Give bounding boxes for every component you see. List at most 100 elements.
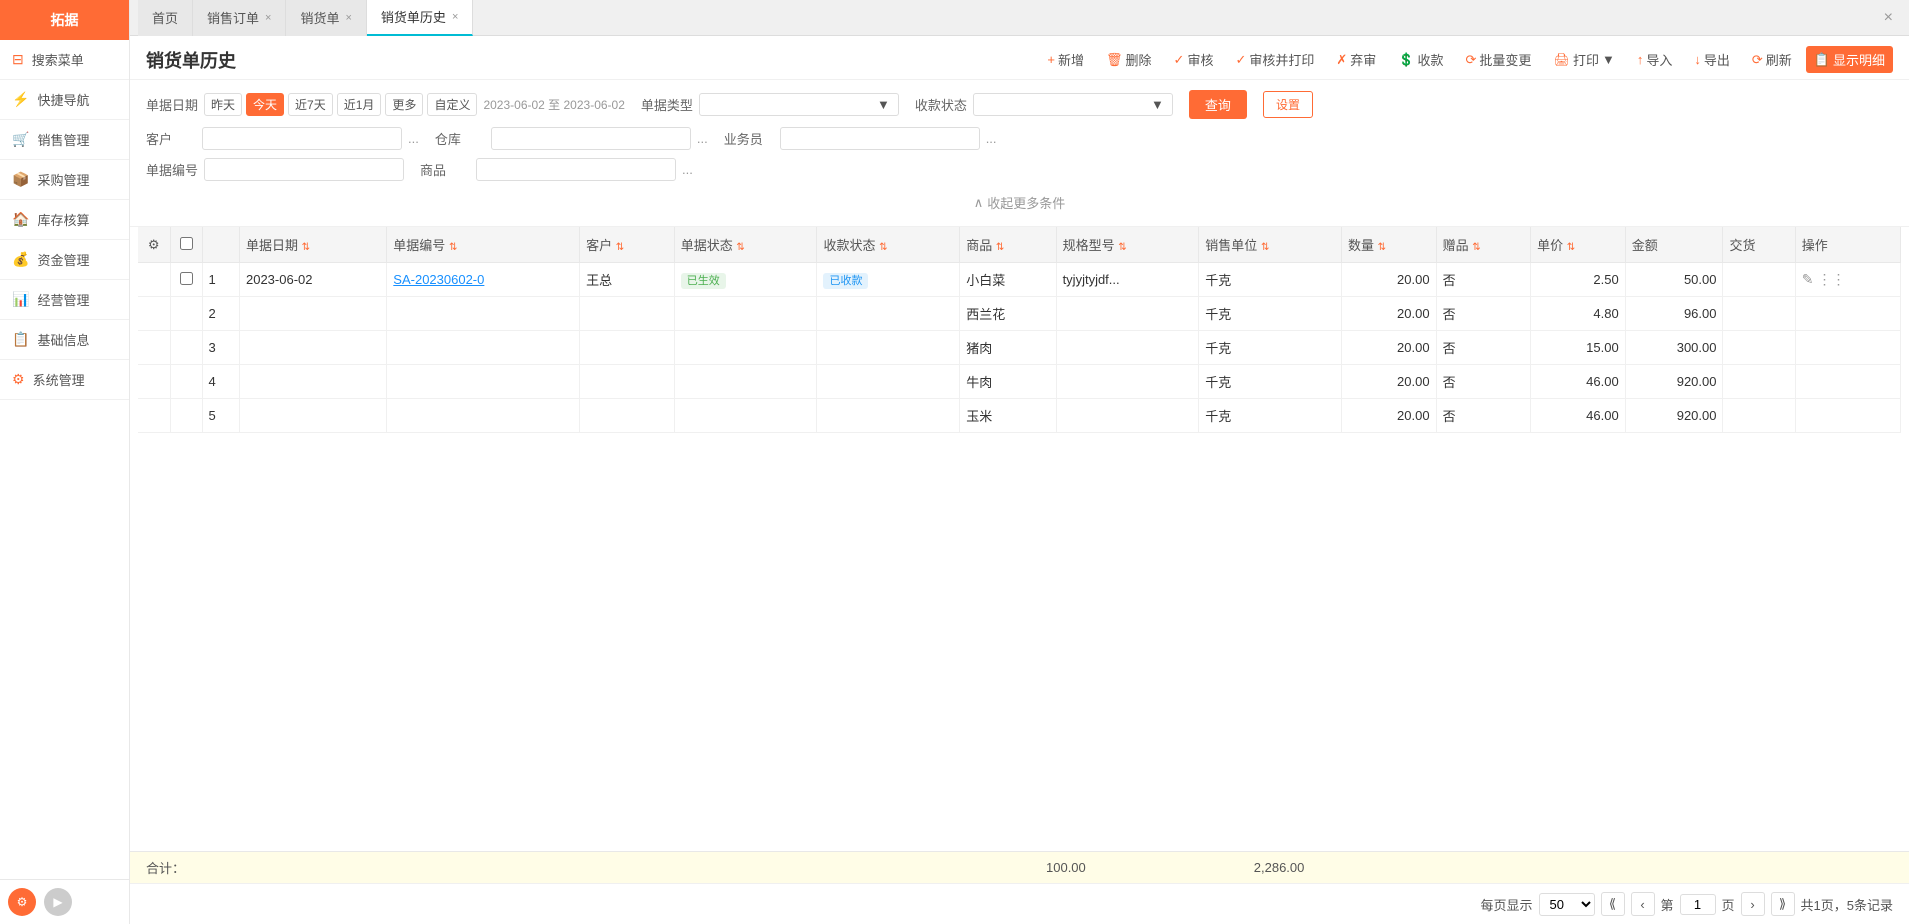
sidebar-item-operations[interactable]: 📊 经营管理: [0, 280, 129, 320]
salesman-dots[interactable]: ...: [986, 131, 997, 146]
doc-no-link[interactable]: SA-20230602-0: [393, 272, 484, 287]
page-next-button[interactable]: ›: [1741, 892, 1765, 916]
warehouse-label: 仓库: [435, 129, 485, 148]
page-prev-button[interactable]: ‹: [1631, 892, 1655, 916]
sidebar-item-purchase-mgmt[interactable]: 📦 采购管理: [0, 160, 129, 200]
date-btn-custom[interactable]: 自定义: [427, 93, 477, 116]
sidebar-item-base-info[interactable]: 📋 基础信息: [0, 320, 129, 360]
page-last-button[interactable]: ⟫: [1771, 892, 1795, 916]
date-btn-more[interactable]: 更多: [385, 93, 423, 116]
warehouse-input[interactable]: [491, 127, 691, 150]
audit-print-button[interactable]: ✓ 审核并打印: [1227, 46, 1322, 73]
th-actions-label: 操作: [1802, 238, 1828, 253]
th-checkbox[interactable]: [170, 227, 202, 263]
more-action-icon[interactable]: ⋮⋮: [1818, 271, 1846, 288]
page-input[interactable]: [1680, 894, 1716, 915]
docno-input[interactable]: [204, 158, 404, 181]
cell-goods: 玉米: [960, 399, 1056, 433]
sort-doc-status-icon: ⇅: [736, 242, 744, 253]
th-unit[interactable]: 销售单位 ⇅: [1199, 227, 1342, 263]
payment-select[interactable]: ▼: [973, 93, 1173, 116]
cell-doc-no[interactable]: [387, 297, 580, 331]
cell-customer: [580, 365, 675, 399]
show-detail-button[interactable]: 📋 显示明细: [1806, 46, 1893, 73]
sidebar-item-search-menu[interactable]: ⊟ 搜索菜单: [0, 40, 129, 80]
sidebar-bottom-btn2[interactable]: ▶: [44, 888, 72, 916]
sidebar-item-label: 销售管理: [37, 130, 89, 149]
page-size-label: 每页显示: [1480, 895, 1532, 914]
tab-sales-delivery[interactable]: 销货单 ×: [286, 0, 366, 36]
sidebar-item-quick-nav[interactable]: ⚡ 快捷导航: [0, 80, 129, 120]
tab-home[interactable]: 首页: [138, 0, 193, 36]
tab-close-all[interactable]: ×: [1876, 9, 1901, 27]
row-checkbox[interactable]: [180, 272, 193, 285]
customer-input[interactable]: [202, 127, 402, 150]
th-qty[interactable]: 数量 ⇅: [1342, 227, 1437, 263]
query-button[interactable]: 查询: [1189, 90, 1247, 119]
refresh-button[interactable]: ⟳ 刷新: [1744, 46, 1800, 73]
sidebar-item-sales-mgmt[interactable]: 🛒 销售管理: [0, 120, 129, 160]
cell-checkbox[interactable]: [170, 399, 202, 433]
salesman-input[interactable]: [780, 127, 980, 150]
sidebar-item-finance[interactable]: 💰 资金管理: [0, 240, 129, 280]
export-button[interactable]: ↓ 导出: [1686, 46, 1738, 73]
th-gift[interactable]: 赠品 ⇅: [1436, 227, 1531, 263]
th-gear[interactable]: ⚙: [138, 227, 170, 263]
cell-checkbox[interactable]: [170, 365, 202, 399]
cell-doc-no[interactable]: SA-20230602-0: [387, 263, 580, 297]
goods-dots[interactable]: ...: [682, 162, 693, 177]
print-button[interactable]: 🖨 打印 ▼: [1545, 46, 1622, 73]
import-button[interactable]: ↑ 导入: [1629, 46, 1681, 73]
filter-customer-group: 客户 ...: [146, 127, 419, 150]
cell-doc-date: 2023-06-02: [239, 263, 386, 297]
tab-sales-order-close[interactable]: ×: [265, 12, 271, 24]
tab-sales-history[interactable]: 销货单历史 ×: [367, 0, 473, 36]
th-goods[interactable]: 商品 ⇅: [960, 227, 1056, 263]
th-payment-status[interactable]: 收款状态 ⇅: [817, 227, 960, 263]
date-btn-today[interactable]: 今天: [246, 93, 284, 116]
sidebar-item-inventory[interactable]: 🏠 库存核算: [0, 200, 129, 240]
th-gift-label: 赠品: [1443, 238, 1469, 253]
sidebar-item-sys-mgmt[interactable]: ⚙ 系统管理: [0, 360, 129, 400]
cell-checkbox[interactable]: [170, 263, 202, 297]
date-btn-yesterday[interactable]: 昨天: [204, 93, 242, 116]
batch-change-button[interactable]: ⟳ 批量变更: [1458, 46, 1540, 73]
select-all-checkbox[interactable]: [180, 237, 193, 250]
cell-gear: [138, 263, 170, 297]
cell-doc-no[interactable]: [387, 365, 580, 399]
customer-dots[interactable]: ...: [408, 131, 419, 146]
cell-doc-no[interactable]: [387, 399, 580, 433]
edit-action-icon[interactable]: ✎: [1802, 271, 1814, 288]
cell-doc-no[interactable]: [387, 331, 580, 365]
date-btn-1month[interactable]: 近1月: [337, 93, 382, 116]
delete-button[interactable]: 🗑 删除: [1098, 46, 1160, 73]
tab-sales-history-close[interactable]: ×: [452, 11, 458, 23]
doctype-select[interactable]: ▼: [699, 93, 899, 116]
cell-checkbox[interactable]: [170, 331, 202, 365]
cell-checkbox[interactable]: [170, 297, 202, 331]
abandon-button[interactable]: ✗ 弃审: [1328, 46, 1384, 73]
page-first-button[interactable]: ⟪: [1601, 892, 1625, 916]
sidebar-bottom-btn1[interactable]: ⚙: [8, 888, 36, 916]
collapse-button[interactable]: ∧ 收起更多条件: [146, 189, 1893, 216]
audit-button[interactable]: ✓ 审核: [1166, 46, 1222, 73]
th-transaction-label: 交货: [1729, 238, 1755, 253]
cell-gift: 否: [1436, 297, 1531, 331]
collect-button[interactable]: 💲 收款: [1390, 46, 1451, 73]
th-doc-date[interactable]: 单据日期 ⇅: [239, 227, 386, 263]
settings-button[interactable]: 设置: [1263, 91, 1313, 118]
tab-sales-order[interactable]: 销售订单 ×: [193, 0, 286, 36]
page-size-select[interactable]: 50 20 100 200: [1539, 893, 1595, 916]
add-button[interactable]: + 新增: [1039, 46, 1092, 73]
warehouse-dots[interactable]: ...: [697, 131, 708, 146]
th-doc-status[interactable]: 单据状态 ⇅: [674, 227, 817, 263]
goods-input[interactable]: [476, 158, 676, 181]
date-btn-7days[interactable]: 近7天: [288, 93, 333, 116]
cell-qty: 20.00: [1342, 331, 1437, 365]
th-doc-status-label: 单据状态: [681, 238, 733, 253]
tab-sales-delivery-close[interactable]: ×: [345, 12, 351, 24]
th-customer[interactable]: 客户 ⇅: [580, 227, 675, 263]
th-spec[interactable]: 规格型号 ⇅: [1056, 227, 1199, 263]
th-doc-no[interactable]: 单据编号 ⇅: [387, 227, 580, 263]
th-price[interactable]: 单价 ⇅: [1531, 227, 1626, 263]
